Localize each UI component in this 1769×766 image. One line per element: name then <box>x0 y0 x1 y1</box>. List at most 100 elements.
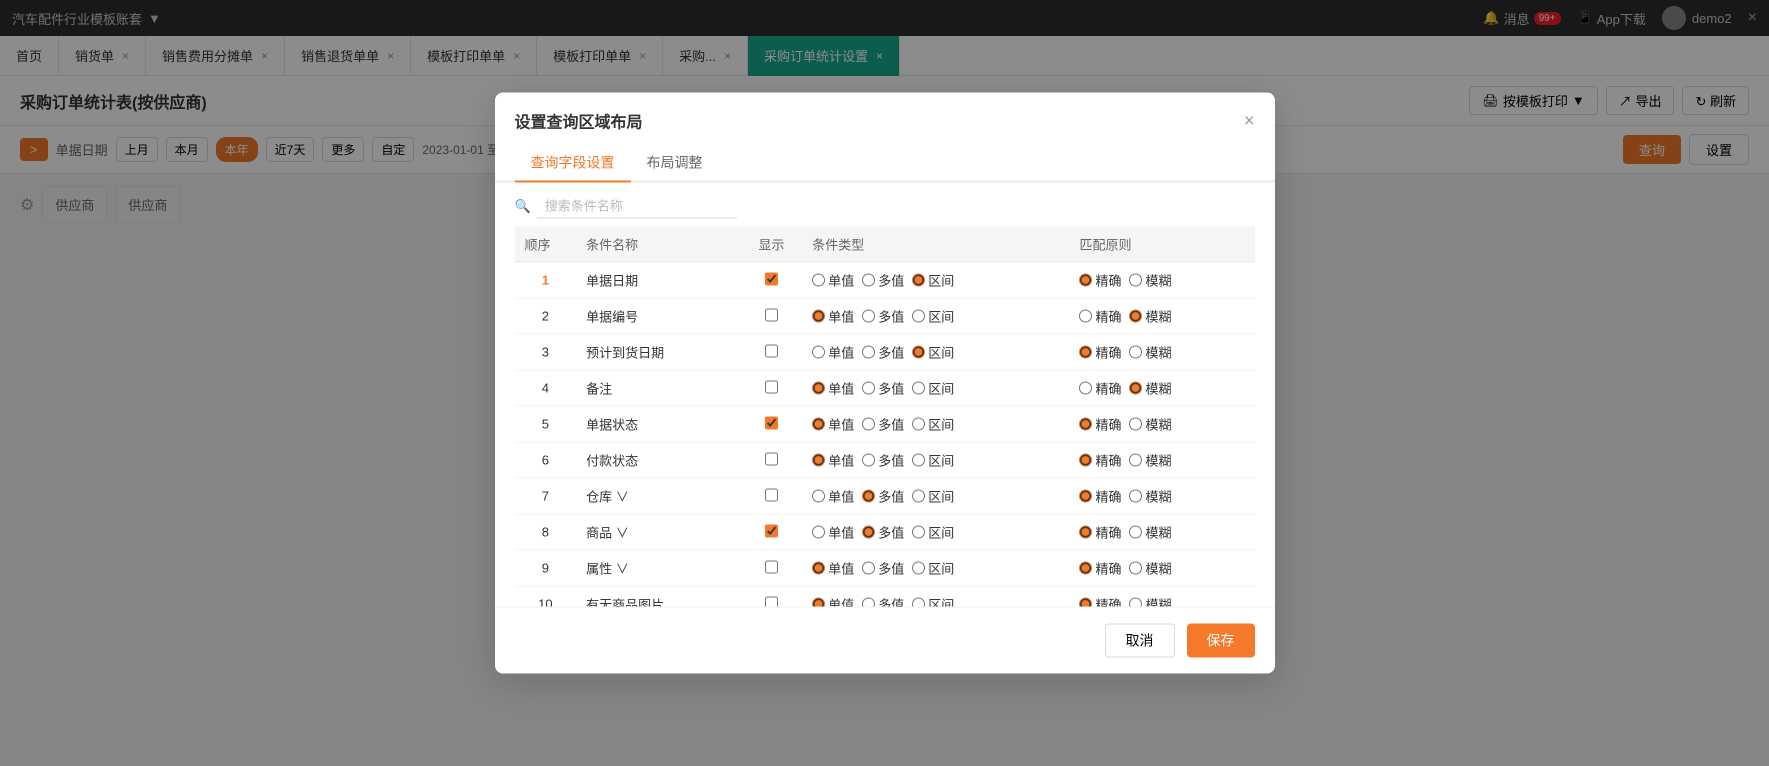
match-radio-item[interactable]: 精确 <box>1079 307 1121 326</box>
type-radio-item[interactable]: 单值 <box>812 271 854 290</box>
th-order: 顺序 <box>515 227 577 263</box>
cell-type: 单值多值区间 <box>802 478 1069 514</box>
type-radio-item[interactable]: 单值 <box>812 307 854 326</box>
cell-display <box>741 514 803 550</box>
type-radio-item[interactable]: 多值 <box>862 379 904 398</box>
display-checkbox[interactable] <box>765 524 778 537</box>
dialog-search-input[interactable] <box>537 195 737 219</box>
type-radio-item[interactable]: 多值 <box>862 559 904 578</box>
match-radio-item[interactable]: 精确 <box>1079 379 1121 398</box>
th-match: 匹配原则 <box>1069 227 1254 263</box>
save-button[interactable]: 保存 <box>1187 624 1255 658</box>
match-radio-item[interactable]: 模糊 <box>1129 595 1171 607</box>
type-radio-item[interactable]: 多值 <box>862 487 904 506</box>
cell-match: 精确模糊 <box>1069 334 1254 370</box>
cell-match: 精确模糊 <box>1069 514 1254 550</box>
cell-display <box>741 298 803 334</box>
type-radio-item[interactable]: 单值 <box>812 487 854 506</box>
dialog-close-button[interactable]: × <box>1244 110 1255 131</box>
cell-order: 1 <box>515 262 577 298</box>
type-radio-item[interactable]: 区间 <box>912 559 954 578</box>
type-radio-item[interactable]: 多值 <box>862 523 904 542</box>
cell-display <box>741 478 803 514</box>
cell-order: 4 <box>515 370 577 406</box>
tab-query-fields-label: 查询字段设置 <box>531 155 615 171</box>
cell-match: 精确模糊 <box>1069 370 1254 406</box>
cell-order: 10 <box>515 586 577 607</box>
type-radio-item[interactable]: 区间 <box>912 415 954 434</box>
type-radio-item[interactable]: 区间 <box>912 451 954 470</box>
cell-type: 单值多值区间 <box>802 406 1069 442</box>
th-display: 显示 <box>741 227 803 263</box>
match-radio-item[interactable]: 模糊 <box>1129 415 1171 434</box>
cell-display <box>741 406 803 442</box>
type-radio-item[interactable]: 单值 <box>812 343 854 362</box>
match-radio-item[interactable]: 模糊 <box>1129 487 1171 506</box>
cell-match: 精确模糊 <box>1069 406 1254 442</box>
match-radio-item[interactable]: 模糊 <box>1129 307 1171 326</box>
cell-type: 单值多值区间 <box>802 334 1069 370</box>
display-checkbox[interactable] <box>765 596 778 607</box>
type-radio-item[interactable]: 单值 <box>812 451 854 470</box>
match-radio-item[interactable]: 模糊 <box>1129 379 1171 398</box>
type-radio-item[interactable]: 单值 <box>812 595 854 607</box>
type-radio-item[interactable]: 区间 <box>912 343 954 362</box>
match-radio-item[interactable]: 精确 <box>1079 343 1121 362</box>
type-radio-item[interactable]: 多值 <box>862 415 904 434</box>
match-radio-item[interactable]: 模糊 <box>1129 559 1171 578</box>
type-radio-item[interactable]: 多值 <box>862 343 904 362</box>
display-checkbox[interactable] <box>765 272 778 285</box>
type-radio-item[interactable]: 单值 <box>812 379 854 398</box>
match-radio-item[interactable]: 模糊 <box>1129 523 1171 542</box>
cell-order: 2 <box>515 298 577 334</box>
table-row: 4备注单值多值区间精确模糊 <box>515 370 1255 406</box>
type-radio-item[interactable]: 单值 <box>812 523 854 542</box>
match-radio-item[interactable]: 精确 <box>1079 559 1121 578</box>
type-radio-item[interactable]: 单值 <box>812 559 854 578</box>
display-checkbox[interactable] <box>765 452 778 465</box>
type-radio-item[interactable]: 区间 <box>912 487 954 506</box>
match-radio-item[interactable]: 精确 <box>1079 487 1121 506</box>
match-radio-item[interactable]: 精确 <box>1079 271 1121 290</box>
cell-match: 精确模糊 <box>1069 298 1254 334</box>
type-radio-item[interactable]: 区间 <box>912 523 954 542</box>
cancel-button[interactable]: 取消 <box>1105 624 1175 658</box>
type-radio-item[interactable]: 多值 <box>862 451 904 470</box>
display-checkbox[interactable] <box>765 488 778 501</box>
cell-name: 付款状态 <box>576 442 740 478</box>
type-radio-item[interactable]: 多值 <box>862 307 904 326</box>
table-row: 1单据日期 单值多值区间 精确模糊 <box>515 262 1255 298</box>
cell-name: 仓库 ∨ <box>576 478 740 514</box>
type-radio-item[interactable]: 单值 <box>812 415 854 434</box>
tab-query-fields[interactable]: 查询字段设置 <box>515 145 631 183</box>
table-row: 8商品 ∨单值多值区间精确模糊 <box>515 514 1255 550</box>
tab-layout-adjust[interactable]: 布局调整 <box>631 145 719 183</box>
type-radio-item[interactable]: 区间 <box>912 307 954 326</box>
display-checkbox[interactable] <box>765 344 778 357</box>
display-checkbox[interactable] <box>765 560 778 573</box>
match-radio-item[interactable]: 精确 <box>1079 523 1121 542</box>
cell-name: 单据编号 <box>576 298 740 334</box>
dialog-search-icon: 🔍 <box>515 199 531 215</box>
display-checkbox[interactable] <box>765 380 778 393</box>
type-radio-item[interactable]: 区间 <box>912 595 954 607</box>
match-radio-item[interactable]: 精确 <box>1079 595 1121 607</box>
match-radio-item[interactable]: 模糊 <box>1129 451 1171 470</box>
match-radio-item[interactable]: 精确 <box>1079 415 1121 434</box>
display-checkbox[interactable] <box>765 308 778 321</box>
match-radio-item[interactable]: 模糊 <box>1129 271 1171 290</box>
type-radio-item[interactable]: 多值 <box>862 595 904 607</box>
conditions-table: 顺序 条件名称 显示 条件类型 匹配原则 1单据日期单值多值区间精确模糊2单据编… <box>515 227 1255 607</box>
dialog-footer: 取消 保存 <box>495 607 1275 674</box>
cell-match: 精确模糊 <box>1069 550 1254 586</box>
type-radio-item[interactable]: 区间 <box>912 271 954 290</box>
type-radio-item[interactable]: 区间 <box>912 379 954 398</box>
cell-order: 6 <box>515 442 577 478</box>
display-checkbox[interactable] <box>765 416 778 429</box>
match-radio-item[interactable]: 精确 <box>1079 451 1121 470</box>
match-radio-item[interactable]: 模糊 <box>1129 343 1171 362</box>
type-radio-item[interactable]: 多值 <box>862 271 904 290</box>
cell-order: 8 <box>515 514 577 550</box>
cell-name: 单据日期 <box>576 262 740 298</box>
cell-order: 5 <box>515 406 577 442</box>
